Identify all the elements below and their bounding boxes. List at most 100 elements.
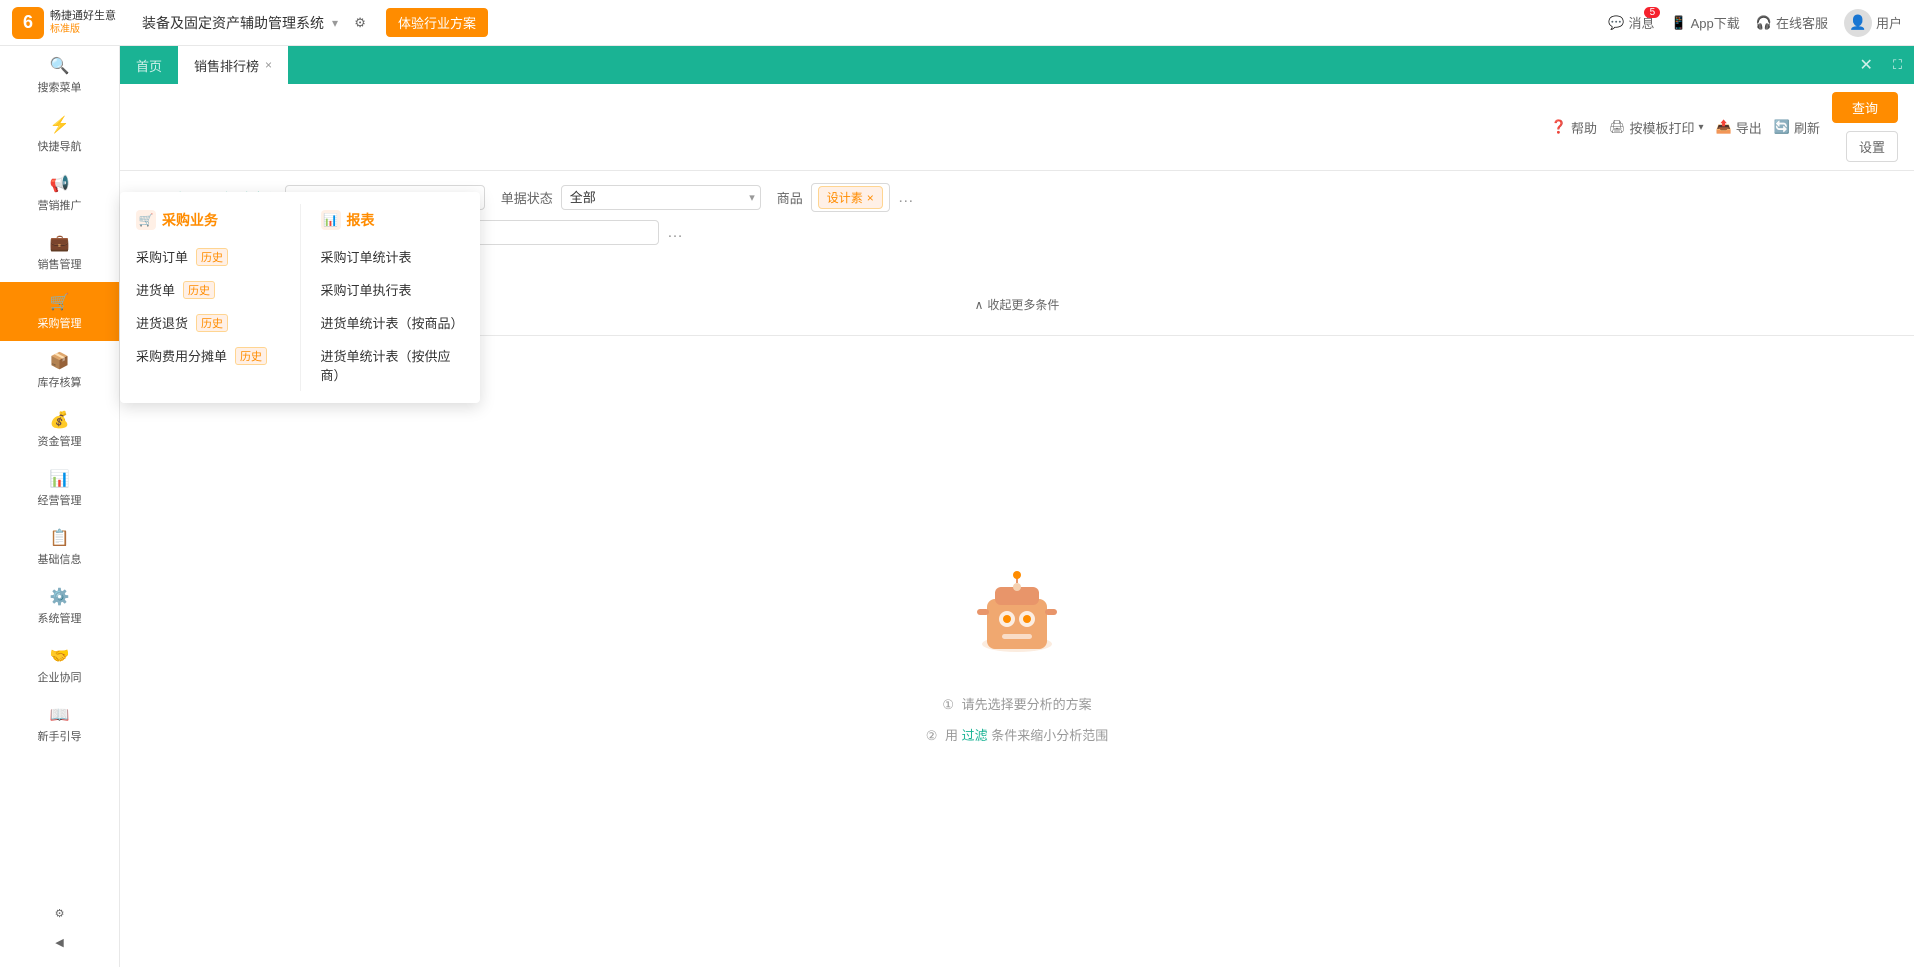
report-col-title: 📊 报表 [321,204,465,240]
sidebar-item-sales[interactable]: 💼 销售管理 [0,223,119,282]
return-goods-history-badge: 历史 [196,314,228,332]
sidebar-bottom: ⚙ ◀ [0,899,119,967]
sidebar-label-finance: 资金管理 [38,433,82,449]
megaphone-icon: 📢 [50,174,70,194]
chart-icon: 📊 [50,469,70,489]
sidebar-label-system: 系统管理 [38,610,82,626]
purchase-order-history-badge: 历史 [196,248,228,266]
goods-more-icon[interactable]: … [898,189,914,207]
content-area: 首页 销售排行榜 × ✕ ⛶ ❓ 帮助 🖨 [120,46,1914,967]
sidebar-item-finance[interactable]: 💰 资金管理 [0,400,119,459]
message-icon: 💬 [1608,15,1624,31]
sidebar-label-enterprise: 企业协同 [38,669,82,685]
tab-sales-rank[interactable]: 销售排行榜 × [178,46,288,84]
salesperson-more-icon[interactable]: … [667,224,683,242]
incoming-order-item[interactable]: 进货单 历史 [136,273,280,306]
sidebar-item-system[interactable]: ⚙️ 系统管理 [0,577,119,636]
print-button[interactable]: 🖨 按模板打印 ▾ [1609,118,1704,137]
cart-icon: 🛒 [50,292,70,312]
goods-label: 商品 [777,188,803,207]
online-service-button[interactable]: 🎧 在线客服 [1756,13,1828,32]
sidebar-label-nav: 快捷导航 [38,138,82,154]
sidebar-item-marketing[interactable]: 📢 营销推广 [0,164,119,223]
sidebar-item-inventory[interactable]: 📦 库存核算 [0,341,119,400]
sidebar-label-purchase: 采购管理 [38,315,82,331]
briefcase-icon: 💼 [50,233,70,253]
tab-close-icon[interactable]: × [265,58,272,72]
goods-filter: 商品 设计素 × … [777,183,914,212]
gear-icon: ⚙️ [50,587,70,607]
sidebar: 🔍 搜索菜单 ⚡ 快捷导航 📢 营销推广 💼 销售管理 🛒 采购管理 📦 [0,46,120,967]
status-select-wrap: 全部 [561,185,761,210]
status-select[interactable]: 全部 [561,185,761,210]
box-icon: 📦 [50,351,70,371]
sidebar-label-inventory: 库存核算 [38,374,82,390]
sidebar-label-basic: 基础信息 [38,551,82,567]
settings-icon[interactable]: ⚙ [346,9,374,37]
purchase-order-item[interactable]: 采购订单 历史 [136,240,280,273]
incoming-stats-supplier-item[interactable]: 进货单统计表（按供应商） [321,339,465,391]
sidebar-label-operation: 经营管理 [38,492,82,508]
tab-bar: 首页 销售排行榜 × ✕ ⛶ [120,46,1914,84]
query-button[interactable]: 查询 [1832,92,1898,123]
tab-home[interactable]: 首页 [120,46,178,84]
fullscreen-icon: ⛶ [1893,57,1902,73]
purchase-order-exec-item[interactable]: 采购订单执行表 [321,273,465,306]
setting-button[interactable]: 设置 [1846,131,1898,162]
empty-hint-2: ② 用 过滤 条件来缩小分析范围 [926,725,1109,744]
status-label: 单据状态 [501,188,553,207]
print-arrow-icon: ▾ [1699,122,1704,133]
system-title-area: 装备及固定资产辅助管理系统 ▾ ⚙ 体验行业方案 [142,8,488,37]
collapse-arrow-icon: ∧ [975,298,984,312]
print-icon: 🖨 [1609,119,1626,135]
book-icon: 📖 [50,705,70,725]
top-right-actions: 💬 消息 5 📱 App下载 🎧 在线客服 👤 用户 [1608,9,1902,37]
goods-tag-close[interactable]: × [867,191,874,205]
industry-button[interactable]: 体验行业方案 [386,8,488,37]
headset-icon: 🎧 [1756,15,1772,31]
refresh-icon: 🔄 [1774,119,1790,135]
purchase-business-col: 🛒 采购业务 采购订单 历史 进货单 历史 进货退货 历史 采购费用分摊单 历史 [120,204,296,391]
sidebar-item-purchase[interactable]: 🛒 采购管理 [0,282,119,341]
incoming-order-history-badge: 历史 [183,281,215,299]
sidebar-item-search[interactable]: 🔍 搜索菜单 [0,46,119,105]
purchase-dropdown-menu: 🛒 采购业务 采购订单 历史 进货单 历史 进货退货 历史 采购费用分摊单 历史… [120,192,480,403]
incoming-stats-goods-item[interactable]: 进货单统计表（按商品） [321,306,465,339]
salesperson-input[interactable] [459,220,659,245]
tab-close-button[interactable]: ✕ [1851,55,1880,75]
status-filter: 单据状态 全部 [501,185,761,210]
tab-fullscreen-button[interactable]: ⛶ [1881,57,1914,73]
sidebar-footer-collapse[interactable]: ◀ [0,928,119,957]
sidebar-item-guide[interactable]: 📖 新手引导 [0,695,119,754]
help-button[interactable]: ❓ 帮助 [1551,118,1597,137]
logo-area: 6 畅捷通好生意 标准版 [12,7,132,39]
refresh-button[interactable]: 🔄 刷新 [1774,118,1820,137]
sidebar-item-nav[interactable]: ⚡ 快捷导航 [0,105,119,164]
filter-word: 过滤 [962,728,988,743]
dropdown-arrow-icon[interactable]: ▾ [332,16,338,30]
sidebar-footer-settings[interactable]: ⚙ [0,899,119,928]
report-col-icon: 📊 [321,210,341,230]
sidebar-label-sales: 销售管理 [38,256,82,272]
user-menu[interactable]: 👤 用户 [1844,9,1902,37]
system-title: 装备及固定资产辅助管理系统 [142,13,324,33]
return-goods-item[interactable]: 进货退货 历史 [136,306,280,339]
sidebar-item-enterprise[interactable]: 🤝 企业协同 [0,636,119,695]
purchase-order-stats-item[interactable]: 采购订单统计表 [321,240,465,273]
money-icon: 💰 [50,410,70,430]
settings-bottom-icon: ⚙ [55,907,65,920]
export-button[interactable]: 📤 导出 [1716,118,1762,137]
purchase-col-title: 🛒 采购业务 [136,204,280,240]
sidebar-item-operation[interactable]: 📊 经营管理 [0,459,119,518]
message-button[interactable]: 💬 消息 5 [1608,13,1654,32]
empty-robot-svg [957,559,1077,679]
empty-illustration [957,559,1077,682]
sidebar-item-basic-info[interactable]: 📋 基础信息 [0,518,119,577]
notification-badge: 5 [1644,7,1660,18]
goods-tag: 设计素 × [818,186,883,209]
purchase-expense-item[interactable]: 采购费用分摊单 历史 [136,339,280,372]
avatar: 👤 [1844,9,1872,37]
app-download-button[interactable]: 📱 App下载 [1670,13,1739,32]
lightning-icon: ⚡ [50,115,70,135]
main-area: 🔍 搜索菜单 ⚡ 快捷导航 📢 营销推广 💼 销售管理 🛒 采购管理 📦 [0,46,1914,967]
